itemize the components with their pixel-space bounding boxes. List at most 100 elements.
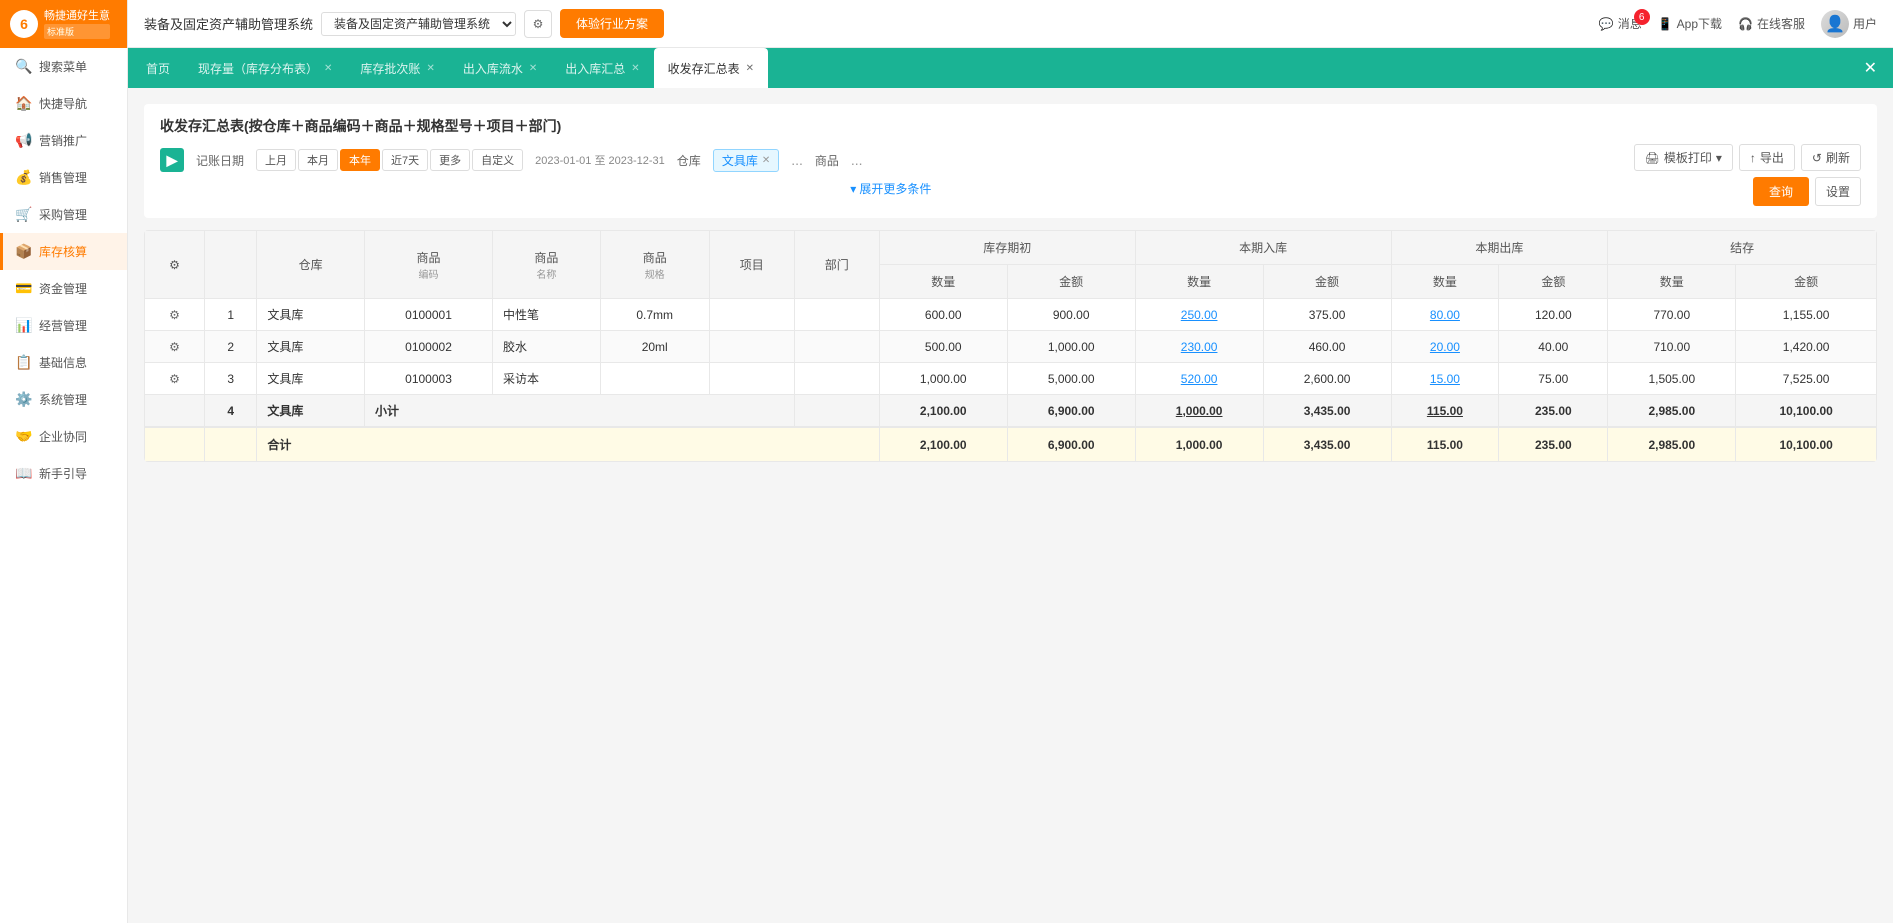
user-button[interactable]: 👤 用户 bbox=[1821, 10, 1877, 38]
tab-inventory-dist[interactable]: 现存量（库存分布表）✕ bbox=[184, 48, 346, 88]
quick-nav-icon: 🏠 bbox=[15, 95, 31, 112]
tab-label-batch: 库存批次账 bbox=[360, 60, 420, 77]
tab-close-inout-flow[interactable]: ✕ bbox=[529, 63, 537, 74]
chevron-down-icon: ▾ bbox=[850, 182, 856, 196]
sidebar-item-label-inventory: 库存核算 bbox=[39, 243, 87, 260]
logo-text: 畅捷通好生意 标准版 bbox=[44, 9, 110, 38]
row-dept bbox=[794, 299, 879, 331]
col-out-amt: 金额 bbox=[1499, 265, 1608, 299]
row-open-qty: 500.00 bbox=[879, 331, 1007, 363]
row-out-qty[interactable]: 80.00 bbox=[1391, 299, 1499, 331]
col-name: 商品名称 bbox=[492, 231, 600, 299]
row-settings[interactable]: ⚙ bbox=[145, 299, 205, 331]
sidebar-item-quick-nav[interactable]: 🏠 快捷导航 bbox=[0, 85, 127, 122]
sub-in-qty[interactable]: 1,000.00 bbox=[1135, 395, 1263, 428]
marketing-icon: 📢 bbox=[15, 132, 31, 149]
sub-out-qty[interactable]: 115.00 bbox=[1391, 395, 1499, 428]
system-icon: ⚙️ bbox=[15, 391, 31, 408]
tab-close-receive-send[interactable]: ✕ bbox=[746, 63, 754, 74]
sidebar-item-basic[interactable]: 📋基础信息 bbox=[0, 344, 127, 381]
trial-button[interactable]: 体验行业方案 bbox=[560, 9, 664, 38]
row-open-qty: 1,000.00 bbox=[879, 363, 1007, 395]
total-bal-qty: 2,985.00 bbox=[1608, 427, 1736, 462]
tab-close-inventory-dist[interactable]: ✕ bbox=[324, 63, 332, 74]
tabbar-close-button[interactable]: ✕ bbox=[1852, 58, 1889, 78]
warehouse-filter-label: 仓库 bbox=[677, 152, 701, 169]
export-button[interactable]: ↑ 导出 bbox=[1739, 144, 1795, 171]
date-btn-更多[interactable]: 更多 bbox=[430, 149, 470, 171]
sub-settings bbox=[145, 395, 205, 428]
row-in-qty[interactable]: 520.00 bbox=[1135, 363, 1263, 395]
sidebar-item-label-finance: 资金管理 bbox=[39, 280, 87, 297]
sidebar-item-label-quick-nav: 快捷导航 bbox=[39, 95, 87, 112]
sidebar-item-system[interactable]: ⚙️系统管理 bbox=[0, 381, 127, 418]
collab-icon: 🤝 bbox=[15, 428, 31, 445]
warehouse-ellipsis[interactable]: ... bbox=[791, 152, 803, 168]
col-group-in: 本期入库 bbox=[1135, 231, 1391, 265]
row-spec bbox=[600, 363, 709, 395]
tab-close-inout-summary[interactable]: ✕ bbox=[631, 63, 639, 74]
sidebar-item-finance[interactable]: 💳 资金管理 bbox=[0, 270, 127, 307]
row-code: 0100003 bbox=[365, 363, 493, 395]
sidebar-item-marketing[interactable]: 📢营销推广 bbox=[0, 122, 127, 159]
filter-toggle-button[interactable]: ▶ bbox=[160, 148, 184, 172]
basic-icon: 📋 bbox=[15, 354, 31, 371]
tab-label-inout-flow: 出入库流水 bbox=[463, 60, 523, 77]
row-out-qty[interactable]: 15.00 bbox=[1391, 363, 1499, 395]
date-btn-上月[interactable]: 上月 bbox=[256, 149, 296, 171]
sidebar-item-guide[interactable]: 📖新手引导 bbox=[0, 455, 127, 492]
sidebar-item-ops[interactable]: 📊经营管理 bbox=[0, 307, 127, 344]
row-in-qty[interactable]: 250.00 bbox=[1135, 299, 1263, 331]
tab-inout-flow[interactable]: 出入库流水 ✕ bbox=[449, 48, 551, 88]
date-btn-本月[interactable]: 本月 bbox=[298, 149, 338, 171]
col-open-qty: 数量 bbox=[879, 265, 1007, 299]
col-settings[interactable]: ⚙ bbox=[145, 231, 205, 299]
row-code: 0100001 bbox=[365, 299, 493, 331]
col-in-qty: 数量 bbox=[1135, 265, 1263, 299]
col-group-open: 库存期初 bbox=[879, 231, 1135, 265]
query-button[interactable]: 查询 bbox=[1753, 177, 1809, 206]
tab-close-batch[interactable]: ✕ bbox=[426, 63, 434, 74]
finance-icon: 💳 bbox=[15, 280, 31, 297]
sidebar-item-inventory[interactable]: 📦 库存核算 bbox=[0, 233, 127, 270]
goods-ellipsis[interactable]: ... bbox=[851, 152, 863, 168]
tab-receive-send[interactable]: 收发存汇总表✕ bbox=[654, 48, 768, 88]
data-table-container: ⚙ 仓库 商品编码 商品名称 商品规格 项目 部门 库存期初 本期入库 本期出库… bbox=[144, 230, 1877, 462]
date-range: 2023-01-01 至 2023-12-31 bbox=[535, 152, 665, 168]
table-settings-button[interactable]: 设置 bbox=[1815, 177, 1861, 206]
row-settings[interactable]: ⚙ bbox=[145, 363, 205, 395]
total-in-amt: 3,435.00 bbox=[1263, 427, 1391, 462]
date-btn-近7天[interactable]: 近7天 bbox=[382, 149, 428, 171]
online-service-button[interactable]: 🎧 在线客服 bbox=[1738, 15, 1805, 32]
inventory-icon: 📦 bbox=[15, 243, 31, 260]
warehouse-tag-text: 文具库 bbox=[722, 152, 758, 169]
printer-icon: 🖨 bbox=[1645, 151, 1660, 165]
print-button[interactable]: 🖨 模板打印 ▾ bbox=[1634, 144, 1733, 171]
tab-inout-summary[interactable]: 出入库汇总✕ bbox=[551, 48, 653, 88]
sidebar-item-sales[interactable]: 💰销售管理 bbox=[0, 159, 127, 196]
sidebar-item-search[interactable]: 🔍搜索菜单 bbox=[0, 48, 127, 85]
tab-batch[interactable]: 库存批次账 ✕ bbox=[346, 48, 448, 88]
warehouse-tag-close-button[interactable]: ✕ bbox=[762, 155, 770, 166]
refresh-button[interactable]: ↺ 刷新 bbox=[1801, 144, 1861, 171]
sub-warehouse: 文具库 bbox=[257, 395, 365, 428]
tab-home[interactable]: 首页 bbox=[132, 48, 184, 88]
sidebar-item-collab[interactable]: 🤝企业协同 bbox=[0, 418, 127, 455]
row-bal-amt: 7,525.00 bbox=[1736, 363, 1877, 395]
message-button[interactable]: 💬 消息 6 bbox=[1599, 15, 1642, 32]
row-in-qty[interactable]: 230.00 bbox=[1135, 331, 1263, 363]
date-btn-自定义[interactable]: 自定义 bbox=[472, 149, 523, 171]
app-download-button[interactable]: 📱 App下载 bbox=[1658, 15, 1722, 32]
system-select[interactable]: 装备及固定资产辅助管理系统 bbox=[321, 12, 516, 36]
row-open-qty: 600.00 bbox=[879, 299, 1007, 331]
row-out-qty[interactable]: 20.00 bbox=[1391, 331, 1499, 363]
expand-conditions-button[interactable]: ▾ 展开更多条件 bbox=[850, 180, 931, 197]
topbar-settings-button[interactable]: ⚙ bbox=[524, 10, 552, 38]
sidebar-item-purchase[interactable]: 🛒采购管理 bbox=[0, 196, 127, 233]
total-settings-cell bbox=[145, 427, 205, 462]
row-spec: 20ml bbox=[600, 331, 709, 363]
page-content: 收发存汇总表(按仓库＋商品编码＋商品＋规格型号＋项目＋部门) ▶ 记账日期 上月… bbox=[128, 88, 1893, 923]
row-settings[interactable]: ⚙ bbox=[145, 331, 205, 363]
row-bal-qty: 1,505.00 bbox=[1608, 363, 1736, 395]
date-btn-本年[interactable]: 本年 bbox=[340, 149, 380, 171]
